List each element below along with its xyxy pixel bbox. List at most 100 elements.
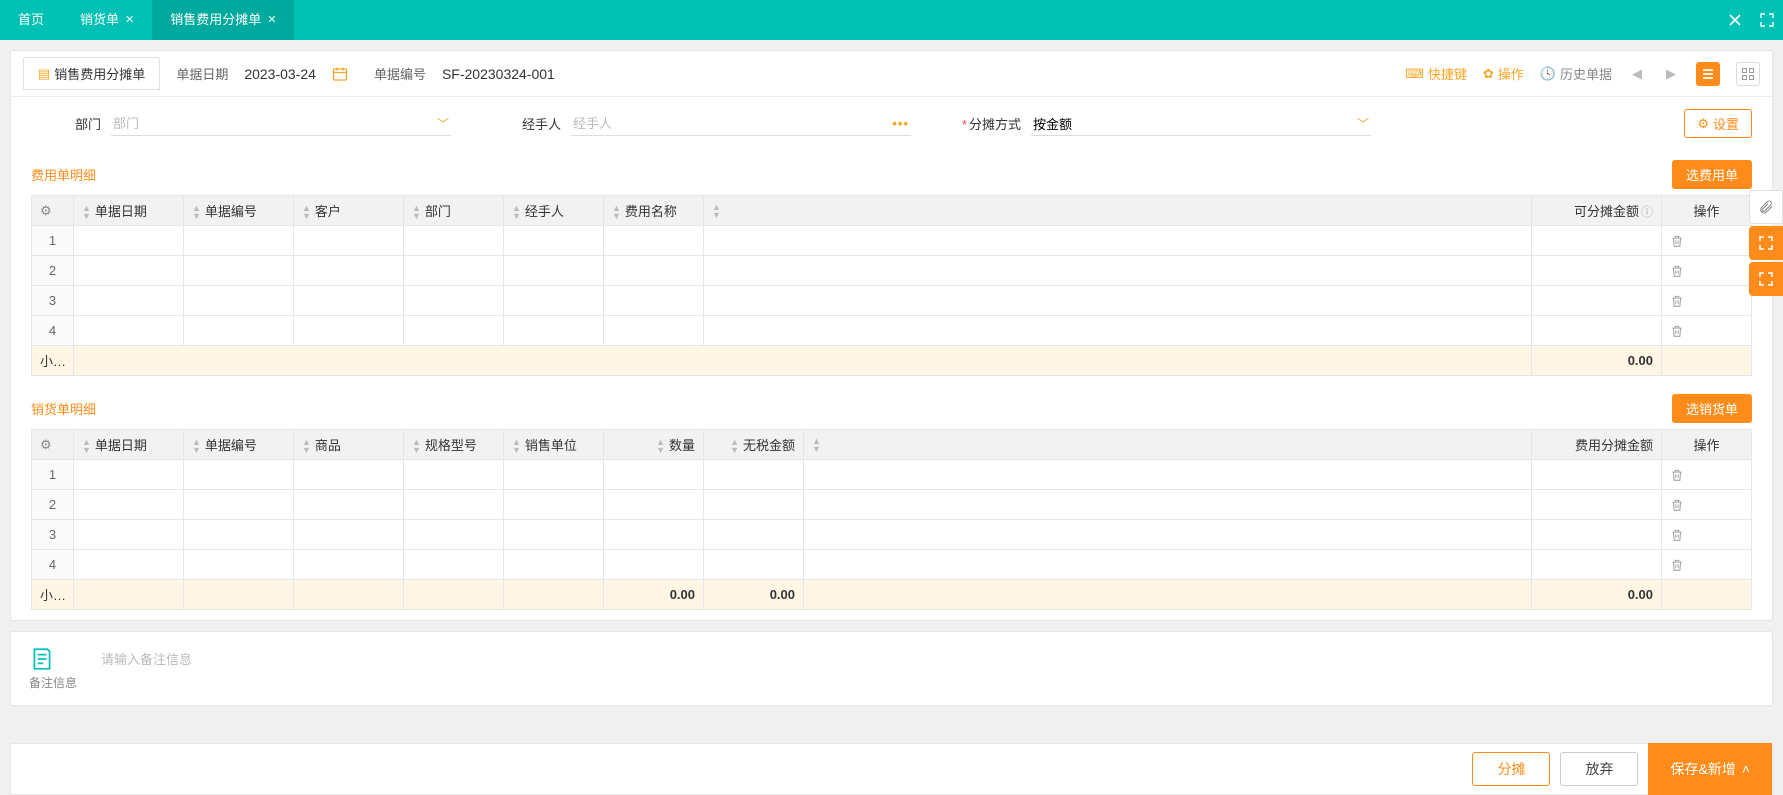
subtotal-label: 小计 (32, 346, 74, 376)
col-department[interactable]: ▲▼部门 (404, 196, 504, 226)
gear-icon: ⚙ (40, 203, 52, 218)
settings-column-header[interactable]: ⚙ (32, 196, 74, 226)
department-input[interactable] (111, 112, 451, 136)
trash-icon (1670, 558, 1743, 572)
col-blank[interactable]: ▲▼ (704, 196, 1532, 226)
remark-input[interactable] (101, 649, 1754, 689)
document-header: ▤ 销售费用分摊单 单据日期 2023-03-24 单据编号 SF-202303… (11, 51, 1772, 97)
more-icon[interactable]: ••• (892, 116, 909, 131)
view-list-button[interactable] (1696, 62, 1720, 86)
gear-icon: ⚙ (1697, 116, 1709, 132)
top-tab-bar: 首页 销货单✕ 销售费用分摊单✕ (0, 0, 1783, 40)
handler-field: 经手人 ••• (491, 112, 911, 136)
row-number: 1 (32, 460, 74, 490)
table-row[interactable]: 4 (32, 316, 1752, 346)
subtotal-fee-alloc: 0.00 (1532, 580, 1662, 610)
document-type-tab[interactable]: ▤ 销售费用分摊单 (23, 57, 160, 90)
delete-row-button[interactable] (1662, 316, 1752, 346)
delete-row-button[interactable] (1662, 520, 1752, 550)
operate-link[interactable]: ✿操作 (1483, 64, 1524, 83)
tab-sales-order[interactable]: 销货单✕ (62, 0, 152, 40)
col-date[interactable]: ▲▼单据日期 (74, 196, 184, 226)
col-date[interactable]: ▲▼单据日期 (74, 430, 184, 460)
remark-icon: 备注信息 (29, 646, 77, 691)
col-quantity[interactable]: ▲▼数量 (604, 430, 704, 460)
chevron-up-icon: ˄ (1742, 761, 1750, 777)
table-row[interactable]: 2 (32, 490, 1752, 520)
trash-icon (1670, 528, 1743, 542)
col-amount-no-tax[interactable]: ▲▼无税金额 (704, 430, 804, 460)
select-sales-bill-button[interactable]: 选销货单 (1672, 394, 1752, 423)
delete-row-button[interactable] (1662, 490, 1752, 520)
table-row[interactable]: 3 (32, 520, 1752, 550)
col-operation: 操作 (1662, 430, 1752, 460)
department-field: 部门 ﹀ (31, 112, 451, 136)
select-fee-bill-button[interactable]: 选费用单 (1672, 160, 1752, 189)
fee-detail-table: ⚙ ▲▼单据日期 ▲▼单据编号 ▲▼客户 ▲▼部门 ▲▼经手人 ▲▼费用名称 ▲… (31, 195, 1752, 376)
col-sales-unit[interactable]: ▲▼销售单位 (504, 430, 604, 460)
doc-number-label: 单据编号 (374, 64, 426, 83)
col-fee-name[interactable]: ▲▼费用名称 (604, 196, 704, 226)
subtotal-value: 0.00 (1532, 346, 1662, 376)
next-doc-button[interactable]: ▶ (1662, 66, 1680, 82)
delete-row-button[interactable] (1662, 550, 1752, 580)
col-product[interactable]: ▲▼商品 (294, 430, 404, 460)
col-blank[interactable]: ▲▼ (804, 430, 1532, 460)
expand-button-2[interactable] (1749, 262, 1783, 296)
delete-row-button[interactable] (1662, 460, 1752, 490)
delete-row-button[interactable] (1662, 286, 1752, 316)
expand-button-1[interactable] (1749, 226, 1783, 260)
save-and-new-button[interactable]: 保存&新增˄ (1648, 743, 1772, 795)
date-value[interactable]: 2023-03-24 (244, 66, 316, 82)
settings-column-header[interactable]: ⚙ (32, 430, 74, 460)
allocation-mode-field: *分摊方式 ﹀ (951, 112, 1371, 136)
table-row[interactable]: 1 (32, 460, 1752, 490)
view-grid-button[interactable] (1736, 62, 1760, 86)
row-number: 2 (32, 490, 74, 520)
table-row[interactable]: 4 (32, 550, 1752, 580)
delete-row-button[interactable] (1662, 256, 1752, 286)
delete-row-button[interactable] (1662, 226, 1752, 256)
prev-doc-button[interactable]: ◀ (1628, 66, 1646, 82)
table-row[interactable]: 1 (32, 226, 1752, 256)
help-icon[interactable]: ⓘ (1641, 205, 1653, 219)
col-customer[interactable]: ▲▼客户 (294, 196, 404, 226)
subtotal-label: 小计 (32, 580, 74, 610)
close-icon[interactable]: ✕ (267, 0, 276, 40)
footer-bar: 分摊 放弃 保存&新增˄ (10, 743, 1773, 795)
doc-number-value: SF-20230324-001 (442, 66, 555, 82)
discard-button[interactable]: 放弃 (1560, 752, 1638, 786)
settings-button[interactable]: ⚙设置 (1684, 109, 1752, 138)
attachment-button[interactable] (1749, 190, 1783, 224)
row-number: 3 (32, 520, 74, 550)
col-handler[interactable]: ▲▼经手人 (504, 196, 604, 226)
col-spec[interactable]: ▲▼规格型号 (404, 430, 504, 460)
gear-icon: ✿ (1483, 66, 1494, 82)
row-number: 2 (32, 256, 74, 286)
col-operation: 操作 (1662, 196, 1752, 226)
shortcut-link[interactable]: ⌨快捷键 (1405, 64, 1467, 83)
col-doc-number[interactable]: ▲▼单据编号 (184, 196, 294, 226)
sales-detail-section: 销货单明细 选销货单 ⚙ ▲▼单据日期 ▲▼单据编号 ▲▼商品 ▲▼规格型号 ▲… (11, 394, 1772, 620)
window-fullscreen-button[interactable] (1751, 0, 1783, 40)
history-link[interactable]: 🕓历史单据 (1540, 64, 1612, 83)
sales-detail-title: 销货单明细 (31, 399, 96, 418)
col-fee-allocation-amount[interactable]: 费用分摊金额 (1532, 430, 1662, 460)
table-row[interactable]: 2 (32, 256, 1752, 286)
allocation-mode-input[interactable] (1031, 112, 1371, 136)
close-icon[interactable]: ✕ (125, 0, 134, 40)
keyboard-icon: ⌨ (1405, 66, 1424, 82)
window-close-button[interactable] (1719, 0, 1751, 40)
table-row[interactable]: 3 (32, 286, 1752, 316)
col-doc-number[interactable]: ▲▼单据编号 (184, 430, 294, 460)
col-allocatable-amount[interactable]: 可分摊金额ⓘ (1532, 196, 1662, 226)
row-number: 4 (32, 550, 74, 580)
trash-icon (1670, 324, 1743, 338)
calendar-icon[interactable] (332, 66, 348, 82)
handler-input[interactable] (571, 112, 911, 136)
remark-panel: 备注信息 (10, 631, 1773, 706)
tab-home[interactable]: 首页 (0, 0, 62, 40)
fee-detail-title: 费用单明细 (31, 165, 96, 184)
allocate-button[interactable]: 分摊 (1472, 752, 1550, 786)
tab-sales-fee-allocation[interactable]: 销售费用分摊单✕ (152, 0, 294, 40)
